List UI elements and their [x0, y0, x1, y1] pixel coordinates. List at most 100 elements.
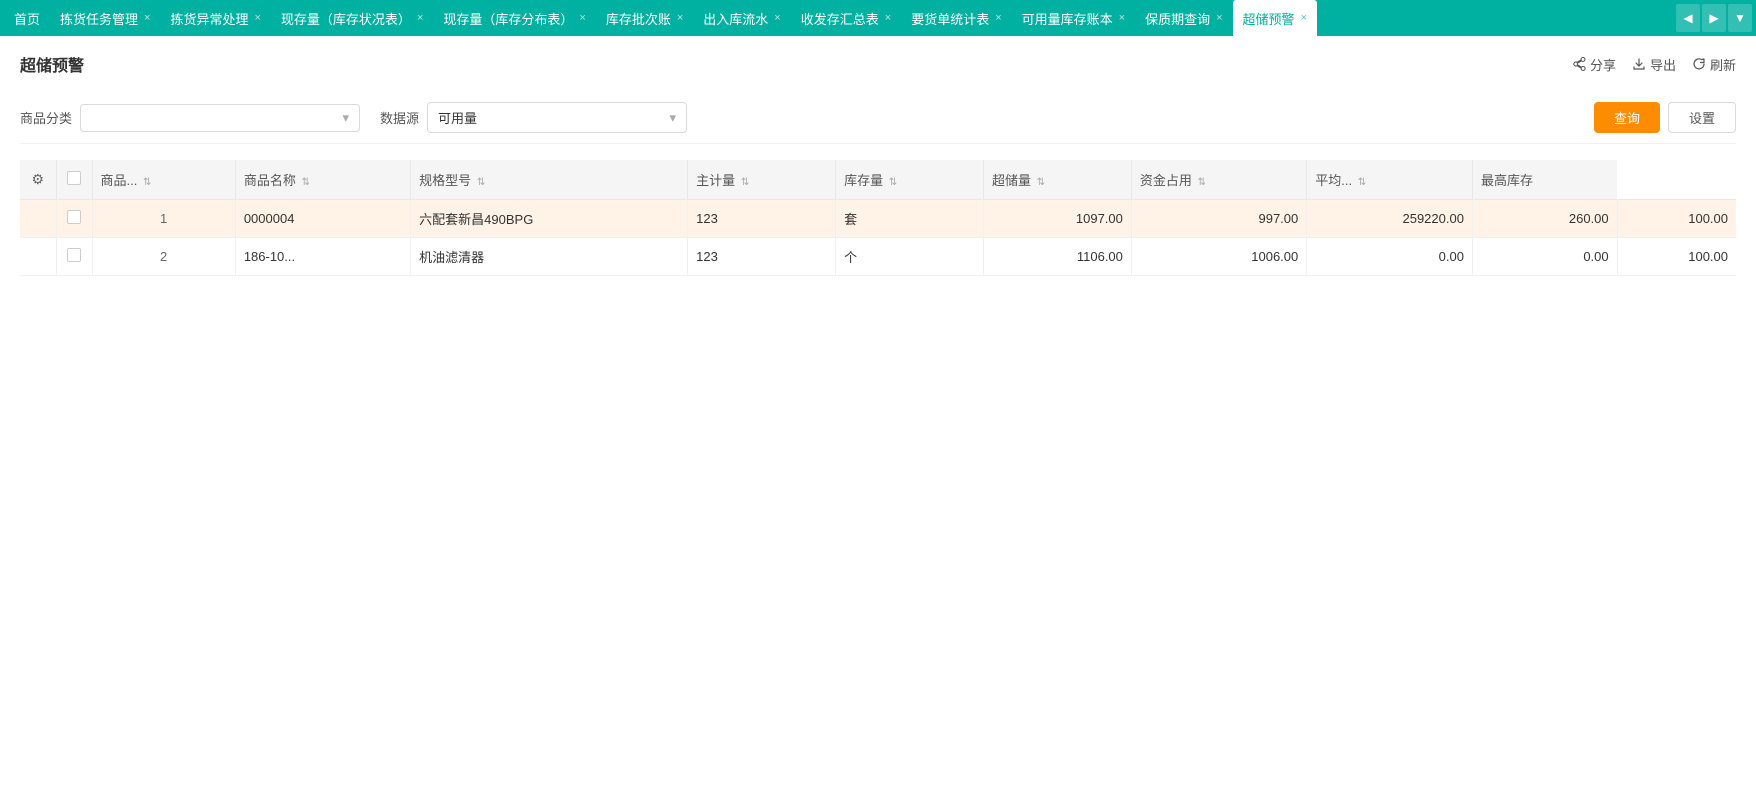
- row-product-code: 186-10...: [235, 238, 410, 276]
- nav-home[interactable]: 首页: [4, 0, 50, 36]
- nav-task-manage[interactable]: 拣货任务管理 ×: [50, 0, 160, 36]
- share-icon: [1572, 57, 1586, 71]
- close-icon[interactable]: ×: [1301, 12, 1307, 24]
- th-capital[interactable]: 资金占用 ⇅: [1131, 160, 1306, 200]
- category-select[interactable]: ▾: [80, 104, 360, 132]
- share-action[interactable]: 分享: [1572, 55, 1616, 74]
- close-icon[interactable]: ×: [254, 12, 260, 24]
- row-checkbox-cell: [56, 200, 92, 238]
- settings-icon[interactable]: ⚙: [31, 171, 44, 187]
- row-product-name: 六配套新昌490BPG: [411, 200, 688, 238]
- th-product-name[interactable]: 商品名称 ⇅: [235, 160, 410, 200]
- page-container: 超储预警 分享 导出 刷新 商品: [0, 36, 1756, 800]
- export-action[interactable]: 导出: [1632, 55, 1676, 74]
- nav-menu-button[interactable]: ▼: [1728, 4, 1752, 32]
- sort-icon: ⇅: [301, 177, 309, 188]
- nav-quality[interactable]: 保质期查询 ×: [1135, 0, 1232, 36]
- nav-overstock[interactable]: 超储预警 ×: [1233, 0, 1317, 36]
- chevron-down-icon: ▾: [342, 110, 349, 126]
- th-max-stock[interactable]: 最高库存: [1472, 160, 1617, 200]
- table-header-row: ⚙ 商品... ⇅ 商品名称 ⇅ 规格型号 ⇅ 主计量: [20, 160, 1736, 200]
- nav-arrows: ◀ ▶ ▼: [1676, 4, 1752, 32]
- row-checkbox[interactable]: [67, 210, 81, 224]
- row-over-stock: 997.00: [1131, 200, 1306, 238]
- page-title: 超储预警: [20, 52, 84, 76]
- filter-bar: 商品分类 ▾ 数据源 可用量 ▾ 查询 设置: [20, 92, 1736, 144]
- row-checkbox[interactable]: [67, 248, 81, 262]
- row-stock: 1106.00: [983, 238, 1131, 276]
- th-avg[interactable]: 平均... ⇅: [1307, 160, 1473, 200]
- close-icon[interactable]: ×: [417, 12, 423, 24]
- close-icon[interactable]: ×: [1216, 12, 1222, 24]
- table-row: 2 186-10... 机油滤清器 123 个 1106.00 1006.00 …: [20, 238, 1736, 276]
- th-stock[interactable]: 库存量 ⇅: [836, 160, 984, 200]
- nav-order-stat[interactable]: 要货单统计表 ×: [901, 0, 1011, 36]
- row-settings: [20, 238, 56, 276]
- sort-icon: ⇅: [1358, 177, 1366, 188]
- row-unit: 个: [836, 238, 984, 276]
- close-icon[interactable]: ×: [995, 12, 1001, 24]
- nav-stock-dist[interactable]: 现存量（库存分布表） ×: [433, 0, 595, 36]
- close-icon[interactable]: ×: [579, 12, 585, 24]
- nav-batch[interactable]: 库存批次账 ×: [596, 0, 693, 36]
- th-unit[interactable]: 主计量 ⇅: [688, 160, 836, 200]
- th-over-stock[interactable]: 超储量 ⇅: [983, 160, 1131, 200]
- sort-icon: ⇅: [143, 177, 151, 188]
- close-icon[interactable]: ×: [774, 12, 780, 24]
- datasource-filter-group: 数据源 可用量 ▾: [380, 102, 687, 133]
- sort-icon: ⇅: [889, 177, 897, 188]
- close-icon[interactable]: ×: [885, 12, 891, 24]
- th-checkbox: [56, 160, 92, 200]
- nav-available[interactable]: 可用量库存账本 ×: [1012, 0, 1135, 36]
- export-icon: [1632, 57, 1646, 71]
- chevron-down-icon: ▾: [670, 110, 677, 126]
- row-product-code: 0000004: [235, 200, 410, 238]
- row-index: 2: [92, 238, 235, 276]
- refresh-action[interactable]: 刷新: [1692, 55, 1736, 74]
- th-spec[interactable]: 规格型号 ⇅: [411, 160, 688, 200]
- header-actions: 分享 导出 刷新: [1572, 55, 1736, 74]
- table-row: 1 0000004 六配套新昌490BPG 123 套 1097.00 997.…: [20, 200, 1736, 238]
- nav-flow[interactable]: 出入库流水 ×: [693, 0, 790, 36]
- refresh-icon: [1692, 57, 1706, 71]
- row-avg: 0.00: [1472, 238, 1617, 276]
- data-table: ⚙ 商品... ⇅ 商品名称 ⇅ 规格型号 ⇅ 主计量: [20, 160, 1736, 276]
- row-spec: 123: [688, 238, 836, 276]
- page-header: 超储预警 分享 导出 刷新: [20, 52, 1736, 76]
- row-over-stock: 1006.00: [1131, 238, 1306, 276]
- datasource-label: 数据源: [380, 108, 419, 127]
- category-label: 商品分类: [20, 108, 72, 127]
- row-max-stock: 100.00: [1617, 200, 1736, 238]
- close-icon[interactable]: ×: [1119, 12, 1125, 24]
- nav-summary[interactable]: 收发存汇总表 ×: [791, 0, 901, 36]
- close-icon[interactable]: ×: [144, 12, 150, 24]
- row-unit: 套: [836, 200, 984, 238]
- nav-stock-status[interactable]: 现存量（库存状况表） ×: [271, 0, 433, 36]
- set-button[interactable]: 设置: [1668, 102, 1736, 133]
- sort-icon: ⇅: [1198, 177, 1206, 188]
- close-icon[interactable]: ×: [677, 12, 683, 24]
- nav-bar: 首页 拣货任务管理 × 拣货异常处理 × 现存量（库存状况表） × 现存量（库存…: [0, 0, 1756, 36]
- row-checkbox-cell: [56, 238, 92, 276]
- th-gear: ⚙: [20, 160, 56, 200]
- sort-icon: ⇅: [1037, 177, 1045, 188]
- row-capital: 259220.00: [1307, 200, 1473, 238]
- category-filter-group: 商品分类 ▾: [20, 104, 360, 132]
- filter-buttons: 查询 设置: [1594, 102, 1736, 133]
- row-avg: 260.00: [1472, 200, 1617, 238]
- row-max-stock: 100.00: [1617, 238, 1736, 276]
- row-capital: 0.00: [1307, 238, 1473, 276]
- th-product-code[interactable]: 商品... ⇅: [92, 160, 235, 200]
- row-product-name: 机油滤清器: [411, 238, 688, 276]
- nav-next-button[interactable]: ▶: [1702, 4, 1726, 32]
- row-index: 1: [92, 200, 235, 238]
- datasource-value: 可用量: [438, 108, 663, 127]
- query-button[interactable]: 查询: [1594, 102, 1660, 133]
- datasource-select[interactable]: 可用量 ▾: [427, 102, 687, 133]
- select-all-checkbox[interactable]: [67, 171, 81, 185]
- row-spec: 123: [688, 200, 836, 238]
- sort-icon: ⇅: [741, 177, 749, 188]
- row-stock: 1097.00: [983, 200, 1131, 238]
- nav-prev-button[interactable]: ◀: [1676, 4, 1700, 32]
- nav-exception[interactable]: 拣货异常处理 ×: [160, 0, 270, 36]
